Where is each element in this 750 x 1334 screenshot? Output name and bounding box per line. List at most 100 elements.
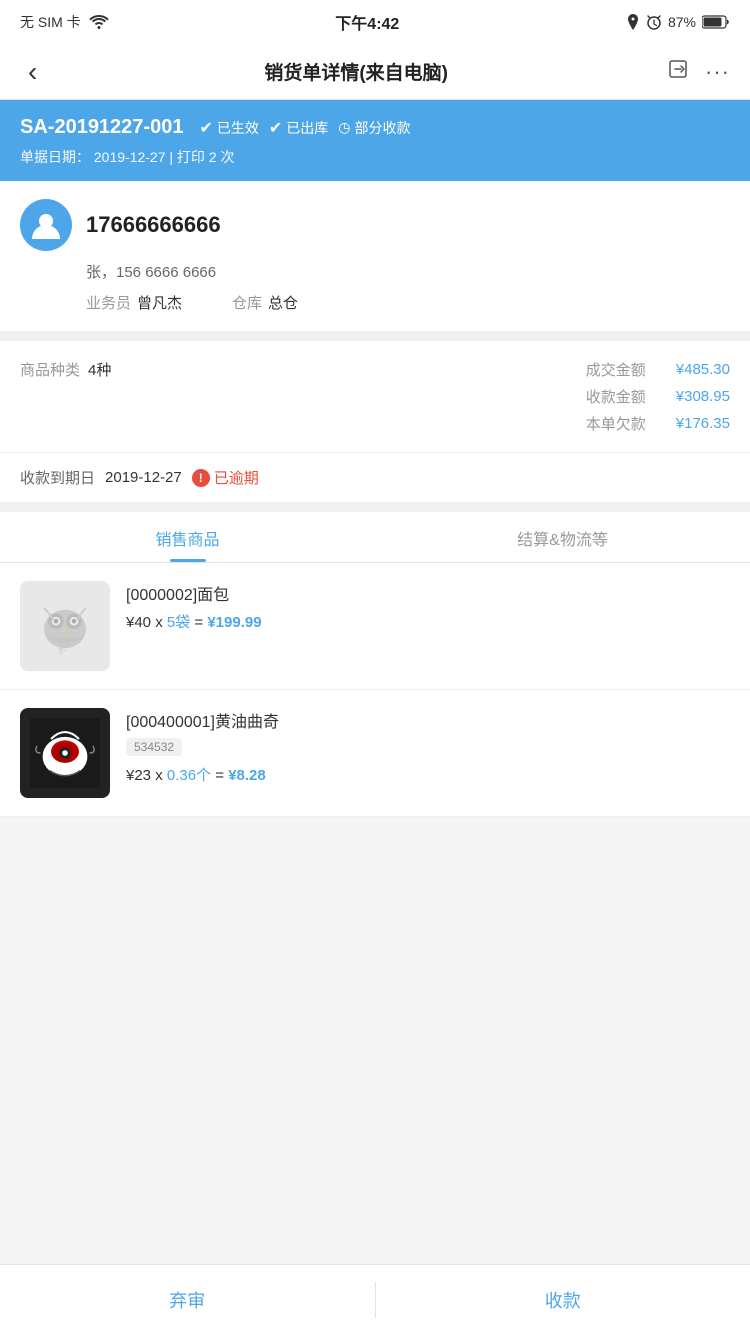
product-list: 鲁+ [0000002]面包 ¥40 x 5袋 = ¥199.99 [0,563,750,817]
product-item-2: [000400001]黄油曲奇 534532 ¥23 x 0.36个 = ¥8.… [0,690,750,817]
due-section: 收款到期日 2019-12-27 ! 已逾期 [0,452,750,502]
summary-section: 商品种类 4种 成交金额 ¥485.30 收款金额 ¥308.95 本单欠款 ¥… [0,341,750,452]
summary-left: 商品种类 4种 [20,359,111,380]
tab-sales-products[interactable]: 销售商品 [0,512,375,562]
multiply-1: x [155,614,167,631]
status-left: 无 SIM 卡 [20,12,109,32]
badge-effective-label: 已生效 [217,118,259,138]
customer-meta: 业务员 曾凡杰 仓库 总仓 [20,292,730,313]
transaction-label: 成交金额 [586,359,646,380]
multiply-2: x [155,767,167,784]
overdue-text: 已逾期 [214,467,259,488]
order-date: 单据日期： 2019-12-27 | 打印 2 次 [20,147,730,167]
clock-icon: ◷ [338,119,350,136]
tabs-divider [0,502,750,512]
product-tag-2: 534532 [126,738,182,756]
avatar [20,199,72,251]
warehouse-meta: 仓库 总仓 [232,292,298,313]
salesperson-label: 业务员 [86,292,131,313]
collect-amount: ¥308.95 [676,388,730,405]
tab-settlement[interactable]: 结算&物流等 [375,512,750,562]
owl-icon: 鲁+ [35,596,95,656]
due-label: 收款到期日 [20,467,95,488]
kind-label: 商品种类 [20,359,80,380]
overdue-icon: ! [192,469,210,487]
bottom-bar: 弃审 收款 [0,1264,750,1334]
order-badges: ✔ 已生效 ✔ 已出库 ◷ 部分收款 [199,118,410,138]
order-date-value: 2019-12-27 [94,149,166,165]
salesperson-value: 曾凡杰 [137,292,182,313]
page-title: 销货单详情(来自电脑) [45,58,667,85]
product-price-1: ¥40 x 5袋 = ¥199.99 [126,611,730,632]
location-icon [626,14,640,30]
tabs-bar: 销售商品 结算&物流等 [0,512,750,563]
cancel-review-button[interactable]: 弃审 [0,1265,375,1334]
badge-shipped: ✔ 已出库 [269,118,328,138]
kind-value: 4种 [88,359,111,380]
summary-right: 成交金额 ¥485.30 收款金额 ¥308.95 本单欠款 ¥176.35 [586,359,730,434]
debt-label: 本单欠款 [586,413,646,434]
equals-1: = [194,614,207,631]
share-button[interactable] [667,58,689,86]
debt-amount: ¥176.35 [676,415,730,432]
tab-sales-label: 销售商品 [155,532,219,549]
unit-price-1: ¥40 [126,614,151,631]
equals-2: = [215,767,228,784]
wifi-icon [89,15,109,29]
badge-partial: ◷ 部分收款 [338,118,410,138]
battery-percent: 87% [668,14,696,30]
badge-shipped-label: 已出库 [286,118,328,138]
overdue-badge: ! 已逾期 [192,467,259,488]
customer-section: 17666666666 张，156 6666 6666 业务员 曾凡杰 仓库 总… [0,181,750,331]
product-info-1: [0000002]面包 ¥40 x 5袋 = ¥199.99 [126,581,730,632]
svg-text:鲁+: 鲁+ [58,647,68,655]
product-image-2 [30,718,100,788]
back-button[interactable]: ‹ [20,48,45,96]
debt-amount-row: 本单欠款 ¥176.35 [586,413,730,434]
total-2: ¥8.28 [228,767,266,784]
transaction-amount-row: 成交金额 ¥485.30 [586,359,730,380]
collect-label: 收款金额 [586,386,646,407]
product-thumb-2 [20,708,110,798]
alarm-icon [646,14,662,30]
badge-partial-label: 部分收款 [355,118,411,138]
salesperson-meta: 业务员 曾凡杰 [86,292,182,313]
badge-effective: ✔ 已生效 [199,118,258,138]
order-header: SA-20191227-001 ✔ 已生效 ✔ 已出库 ◷ 部分收款 单据日期：… [0,100,750,181]
product-thumb-1: 鲁+ [20,581,110,671]
battery-icon [702,15,730,29]
print-info: | 打印 2 次 [169,149,234,165]
collect-button[interactable]: 收款 [376,1265,750,1334]
nav-actions: ··· [667,58,730,86]
status-right: 87% [626,14,730,30]
tab-settlement-label: 结算&物流等 [517,532,608,549]
check-icon-effective: ✔ [199,118,212,138]
collect-label: 收款 [545,1287,581,1313]
product-price-2: ¥23 x 0.36个 = ¥8.28 [126,764,730,785]
unit-price-2: ¥23 [126,767,151,784]
product-name-1: [0000002]面包 [126,581,730,605]
order-number: SA-20191227-001 [20,116,183,139]
warehouse-label: 仓库 [232,292,262,313]
more-button[interactable]: ··· [705,59,730,85]
customer-name-phone: 张，156 6666 6666 [86,261,730,282]
product-name-2: [000400001]黄油曲奇 [126,708,730,732]
qty-1: 5袋 [167,614,190,631]
warehouse-value: 总仓 [268,292,298,313]
total-1: ¥199.99 [207,614,261,631]
product-item-1: 鲁+ [0000002]面包 ¥40 x 5袋 = ¥199.99 [0,563,750,690]
transaction-amount: ¥485.30 [676,361,730,378]
date-label: 单据日期： [20,149,90,165]
divider-1 [0,331,750,341]
nav-bar: ‹ 销货单详情(来自电脑) ··· [0,44,750,100]
bottom-spacer [0,817,750,897]
status-bar: 无 SIM 卡 下午4:42 87% [0,0,750,44]
collect-amount-row: 收款金额 ¥308.95 [586,386,730,407]
check-icon-shipped: ✔ [269,118,282,138]
no-sim-text: 无 SIM 卡 [20,12,81,32]
qty-2: 0.36个 [167,767,211,784]
status-time: 下午4:42 [335,10,399,34]
due-date-value: 2019-12-27 [105,469,182,486]
product-info-2: [000400001]黄油曲奇 534532 ¥23 x 0.36个 = ¥8.… [126,708,730,785]
cancel-label: 弃审 [169,1287,205,1313]
